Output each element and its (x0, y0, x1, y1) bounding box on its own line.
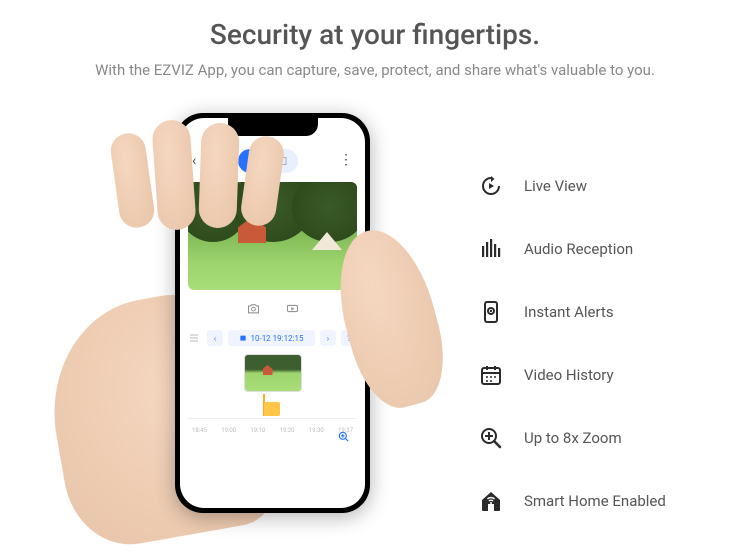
timeline-menu-icon[interactable] (188, 332, 202, 344)
more-icon[interactable]: ⋮ (339, 158, 353, 164)
capture-controls (180, 294, 365, 326)
feature-label: Instant Alerts (524, 303, 614, 321)
feature-label: Up to 8x Zoom (524, 429, 622, 447)
hand-holding-phone-illustration: ‹ ⋮ (95, 98, 425, 538)
live-view-icon (478, 173, 504, 199)
feature-live-view: Live View (478, 173, 678, 199)
phone-notch (228, 118, 318, 136)
snapshot-icon[interactable] (246, 301, 261, 320)
time-ruler: 18:45 19:00 19:10 19:20 19:30 19:37 (188, 418, 357, 446)
smart-home-icon (478, 488, 504, 514)
event-thumbnail[interactable] (244, 354, 302, 392)
feature-8x-zoom: Up to 8x Zoom (478, 425, 678, 451)
audio-icon (478, 236, 504, 262)
page-subtitle: With the EZVIZ App, you can capture, sav… (0, 61, 750, 79)
back-icon[interactable]: ‹ (192, 153, 196, 169)
history-icon (478, 362, 504, 388)
ruler-zoom-icon[interactable] (337, 422, 351, 436)
feature-label: Video History (524, 366, 614, 384)
feature-label: Audio Reception (524, 240, 633, 258)
timeline-controls: ‹ 10-12 19:12:15 › ? (188, 330, 357, 346)
feature-label: Live View (524, 177, 587, 195)
timeline-marker (263, 394, 283, 416)
record-icon[interactable] (285, 301, 300, 320)
page-title: Security at your fingertips. (0, 18, 750, 51)
feature-instant-alerts: Instant Alerts (478, 299, 678, 325)
feature-label: Smart Home Enabled (524, 492, 666, 510)
feature-smart-home: Smart Home Enabled (478, 488, 678, 514)
feature-audio-reception: Audio Reception (478, 236, 678, 262)
zoom-icon (478, 425, 504, 451)
feature-video-history: Video History (478, 362, 678, 388)
alerts-icon (478, 299, 504, 325)
timeline-prev-icon[interactable]: ‹ (207, 330, 223, 346)
timeline-datetime[interactable]: 10-12 19:12:15 (228, 330, 315, 346)
feature-list: Live View Audio Reception Instant Alerts… (478, 173, 678, 551)
timeline-next-icon[interactable]: › (320, 330, 336, 346)
